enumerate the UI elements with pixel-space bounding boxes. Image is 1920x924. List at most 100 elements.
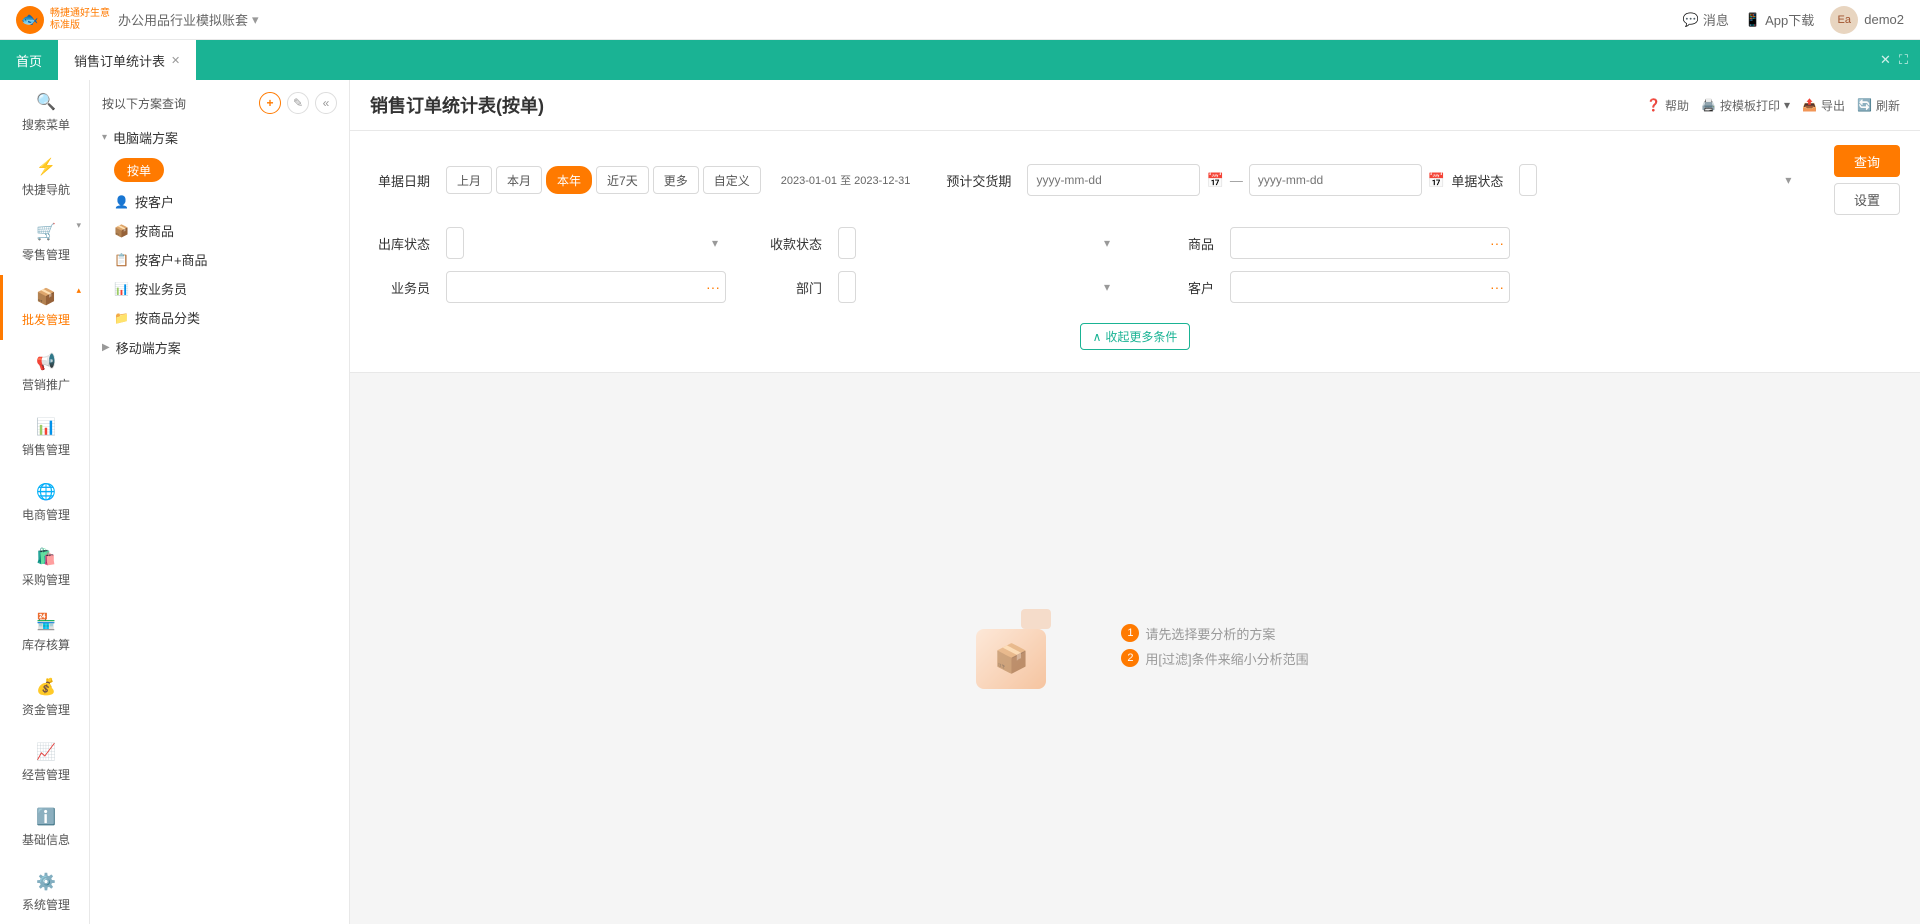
tab-sales-order-stats[interactable]: 销售订单统计表 ✕ [58, 40, 196, 80]
logo-icon: 🐟 [16, 6, 44, 34]
sidebar-item-basic-info[interactable]: ℹ️ 基础信息 [0, 795, 89, 860]
sidebar-item-inventory[interactable]: 🏪 库存核算 [0, 600, 89, 665]
help-btn[interactable]: ❓ 帮助 [1646, 97, 1689, 114]
sidebar-item-retail-mgmt[interactable]: 🛒 零售管理 ▾ [0, 210, 89, 275]
left-panel-header: 按以下方案查询 + ✎ « [90, 92, 349, 122]
filter-area: 单据日期 上月 本月 本年 近7天 更多 自定义 2023-01-01 至 20… [350, 131, 1920, 373]
tree-sub-pc: 按单 👤 按客户 📦 按商品 📋 按客户+商品 📊 按业务员 [90, 153, 349, 332]
tree-item-by-customer[interactable]: 👤 按客户 [114, 187, 349, 216]
sidebar-item-purchase[interactable]: 🛍️ 采购管理 [0, 535, 89, 600]
settings-btn[interactable]: 设置 [1834, 183, 1900, 215]
tree-section-mobile[interactable]: ▶ 移动端方案 [90, 332, 349, 363]
sidebar-item-label: 库存核算 [22, 636, 70, 653]
btn-more[interactable]: 更多 [653, 166, 699, 194]
product-more-icon[interactable]: ··· [1490, 236, 1504, 250]
tree-item-by-order[interactable]: 按单 [114, 153, 349, 187]
tree-item-by-salesperson[interactable]: 📊 按业务员 [114, 274, 349, 303]
sidebar-item-ecommerce[interactable]: 🌐 电商管理 [0, 470, 89, 535]
tip-text-2: 用[过滤]条件来缩小分析范围 [1145, 649, 1308, 668]
btn-custom[interactable]: 自定义 [703, 166, 761, 194]
add-scheme-btn[interactable]: + [259, 92, 281, 114]
sidebar-item-label: 资金管理 [22, 701, 70, 718]
refresh-btn[interactable]: 🔄 刷新 [1857, 97, 1900, 114]
export-icon: 📤 [1802, 98, 1817, 112]
tree-section-pc[interactable]: ▾ 电脑端方案 [90, 122, 349, 153]
sidebar-item-system[interactable]: ⚙️ 系统管理 [0, 860, 89, 924]
salesperson-more-icon[interactable]: ··· [706, 280, 720, 294]
product-filter-label: 商品 [1154, 234, 1214, 253]
logo-area: 🐟 畅捷通好生意 标准版 [16, 6, 110, 34]
payment-status-select[interactable] [838, 227, 856, 259]
top-bar: 🐟 畅捷通好生意 标准版 办公用品行业模拟账套 ▾ 💬 消息 📱 App下载 E… [0, 0, 1920, 40]
sidebar-item-marketing[interactable]: 📢 营销推广 [0, 340, 89, 405]
sidebar-item-finance[interactable]: 💰 资金管理 [0, 665, 89, 730]
by-order-label: 按单 [127, 162, 151, 179]
product-input[interactable] [1230, 227, 1510, 259]
expected-date-end[interactable] [1249, 164, 1422, 196]
collapse-label: 收起更多条件 [1105, 328, 1177, 345]
export-btn[interactable]: 📤 导出 [1802, 97, 1845, 114]
sidebar: 🔍 搜索菜单 ⚡ 快捷导航 🛒 零售管理 ▾ 📦 批发管理 ▴ 📢 营销推广 📊… [0, 80, 90, 924]
tree-item-by-product[interactable]: 📦 按商品 [114, 216, 349, 245]
salesperson-filter-wrap: ··· [446, 271, 726, 303]
empty-tip-1: 1 请先选择要分析的方案 [1121, 624, 1308, 643]
sidebar-item-label: 基础信息 [22, 831, 70, 848]
filter-row-3: 业务员 ··· 部门 客户 ··· [370, 271, 1900, 303]
top-bar-left: 🐟 畅捷通好生意 标准版 办公用品行业模拟账套 ▾ [16, 6, 259, 34]
sidebar-item-quick-nav[interactable]: ⚡ 快捷导航 [0, 145, 89, 210]
messages-btn[interactable]: 💬 消息 [1683, 10, 1729, 29]
collapse-panel-btn[interactable]: « [315, 92, 337, 114]
tree-section-label: 电脑端方案 [113, 128, 178, 147]
print-btn[interactable]: 🖨️ 按模板打印 ▾ [1701, 97, 1790, 114]
delivery-status-label: 出库状态 [370, 234, 430, 253]
query-btn[interactable]: 查询 [1834, 145, 1900, 177]
empty-tip-2: 2 用[过滤]条件来缩小分析范围 [1121, 649, 1308, 668]
page-actions: ❓ 帮助 🖨️ 按模板打印 ▾ 📤 导出 🔄 刷新 [1646, 97, 1900, 126]
messages-label: 消息 [1703, 10, 1729, 29]
delivery-status-select[interactable] [446, 227, 464, 259]
window-close-icon[interactable]: ✕ [1880, 52, 1891, 68]
status-select[interactable] [1519, 164, 1537, 196]
dropdown-active-icon: ▴ [76, 285, 81, 296]
sidebar-item-search-menu[interactable]: 🔍 搜索菜单 [0, 80, 89, 145]
avatar: Ea [1830, 6, 1858, 34]
edit-scheme-btn[interactable]: ✎ [287, 92, 309, 114]
customer-filter-wrap: ··· [1230, 271, 1510, 303]
btn-last-7-days[interactable]: 近7天 [596, 166, 649, 194]
btn-current-month[interactable]: 本月 [496, 166, 542, 194]
department-select[interactable] [838, 271, 856, 303]
right-panel: 销售订单统计表(按单) ❓ 帮助 🖨️ 按模板打印 ▾ 📤 导出 [350, 80, 1920, 924]
salesperson-input[interactable] [446, 271, 726, 303]
export-label: 导出 [1821, 97, 1845, 114]
customer-more-icon[interactable]: ··· [1490, 280, 1504, 294]
window-maximize-icon[interactable]: ⛶ [1899, 52, 1908, 68]
btn-current-year[interactable]: 本年 [546, 166, 592, 194]
product-filter-wrap: ··· [1230, 227, 1510, 259]
expected-date-start[interactable] [1027, 164, 1200, 196]
date-range-text: 2023-01-01 至 2023-12-31 [781, 172, 911, 188]
left-panel-actions: + ✎ « [259, 92, 337, 114]
tab-home-label: 首页 [16, 51, 42, 70]
sidebar-item-operations[interactable]: 📈 经营管理 [0, 730, 89, 795]
sidebar-item-label: 电商管理 [22, 506, 70, 523]
collapse-bar: ∧ 收起更多条件 [370, 315, 1900, 358]
expected-date-label: 预计交货期 [946, 171, 1011, 190]
status-select-wrap [1519, 164, 1799, 196]
tab-close-icon[interactable]: ✕ [171, 54, 180, 67]
tree-item-by-customer-product[interactable]: 📋 按客户+商品 [114, 245, 349, 274]
customer-input[interactable] [1230, 271, 1510, 303]
app-download-btn[interactable]: 📱 App下载 [1745, 10, 1814, 29]
user-name: demo2 [1864, 12, 1904, 27]
inventory-icon: 🏪 [36, 612, 56, 632]
salesperson-filter-label: 业务员 [370, 278, 430, 297]
box-shape: 📦 [976, 629, 1046, 689]
sidebar-item-label: 经营管理 [22, 766, 70, 783]
sidebar-item-sales-mgmt[interactable]: 📊 销售管理 [0, 405, 89, 470]
tree-item-by-product-category[interactable]: 📁 按商品分类 [114, 303, 349, 332]
tab-home[interactable]: 首页 [0, 40, 58, 80]
btn-last-month[interactable]: 上月 [446, 166, 492, 194]
sidebar-item-wholesale-mgmt[interactable]: 📦 批发管理 ▴ [0, 275, 89, 340]
collapse-more-btn[interactable]: ∧ 收起更多条件 [1080, 323, 1191, 350]
refresh-label: 刷新 [1876, 97, 1900, 114]
user-area[interactable]: Ea demo2 [1830, 6, 1904, 34]
